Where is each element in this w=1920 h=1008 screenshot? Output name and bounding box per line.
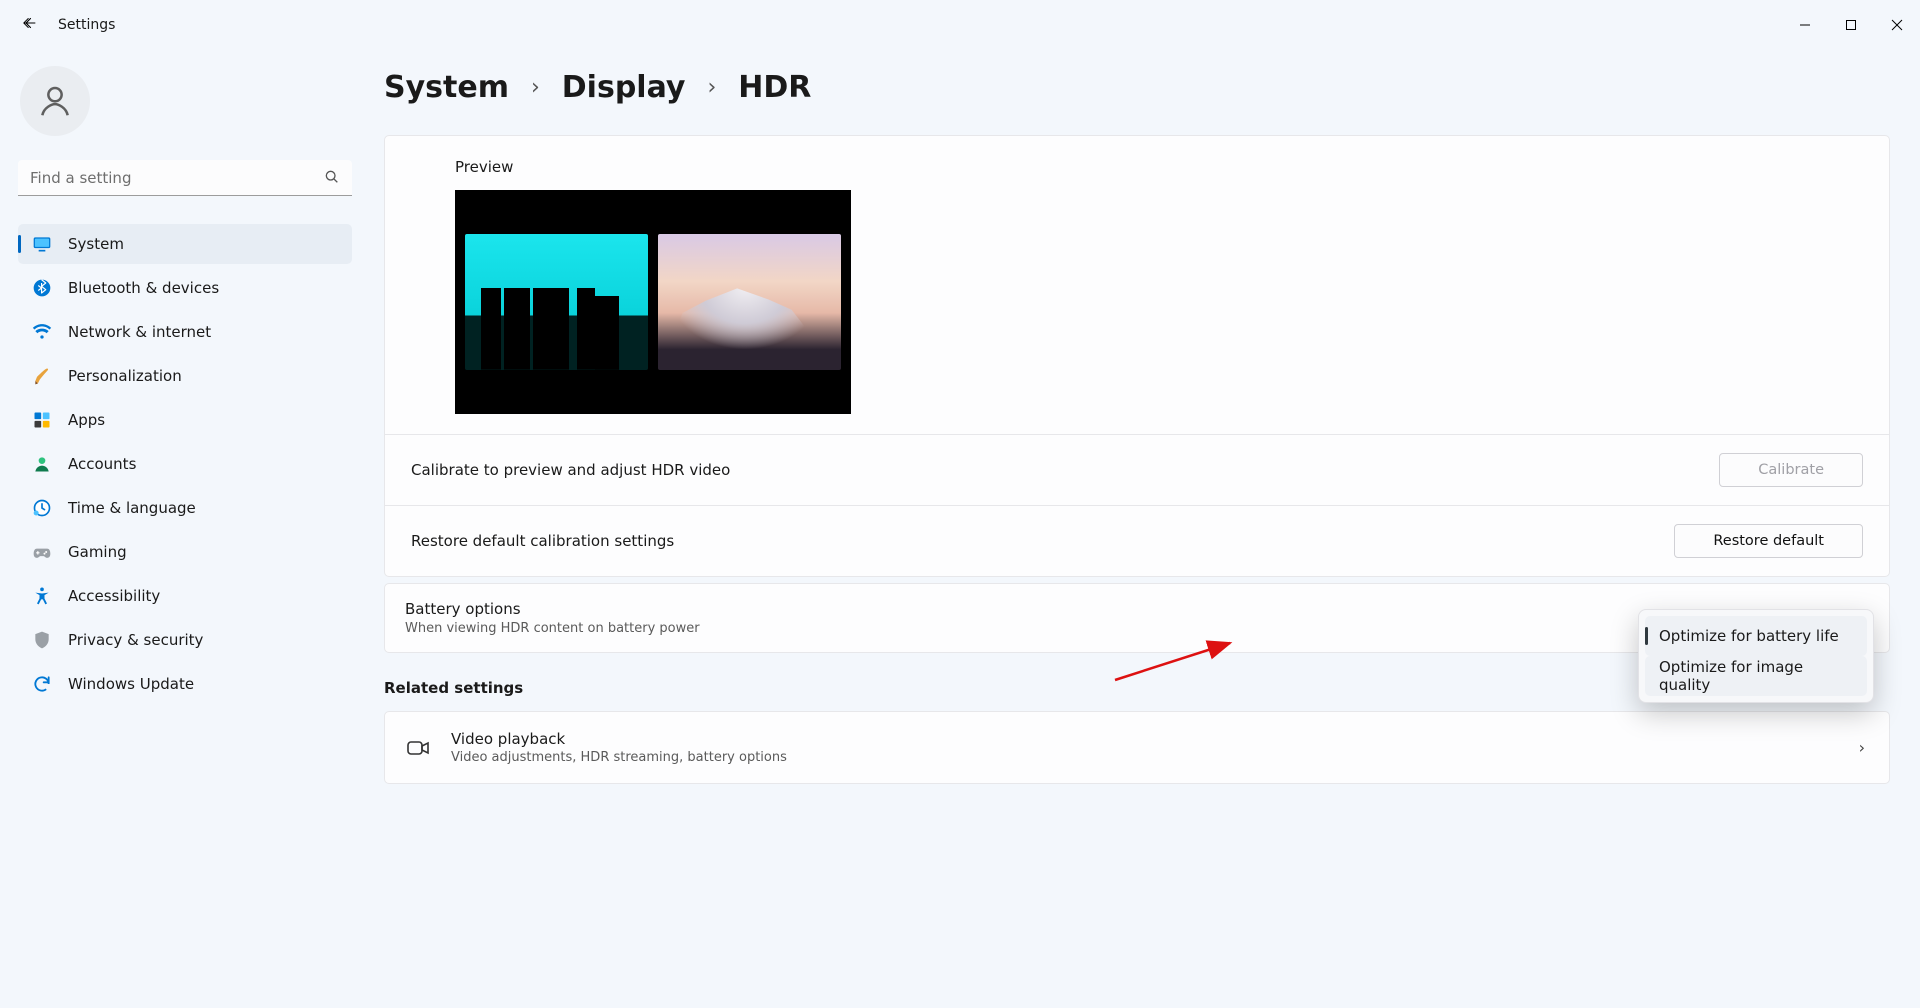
video-sub: Video adjustments, HDR streaming, batter… [451,750,1839,765]
system-icon [32,234,52,254]
sidebar-item-network[interactable]: Network & internet [18,312,352,352]
main-content: System › Display › HDR Preview Calibrate… [370,50,1920,1008]
sidebar-item-time[interactable]: Time & language [18,488,352,528]
sidebar-item-label: Windows Update [68,675,194,693]
battery-options-dropdown: Optimize for battery life Optimize for i… [1638,609,1874,703]
sidebar-item-label: System [68,235,124,253]
gaming-icon [32,542,52,562]
maximize-button[interactable] [1828,9,1874,41]
update-icon [32,674,52,694]
accessibility-icon [32,586,52,606]
breadcrumb-display[interactable]: Display [562,70,686,105]
sidebar-item-label: Time & language [68,499,196,517]
breadcrumb-hdr: HDR [738,70,811,105]
preview-image [455,190,851,414]
avatar[interactable] [20,66,90,136]
clock-icon [32,498,52,518]
preview-pane-hdr [658,234,841,370]
video-icon [405,735,431,761]
sidebar-item-bluetooth[interactable]: Bluetooth & devices [18,268,352,308]
wifi-icon [32,322,52,342]
preview-pane-sdr [465,234,648,370]
shield-icon [32,630,52,650]
calibrate-label: Calibrate to preview and adjust HDR vide… [411,461,730,479]
bluetooth-icon [32,278,52,298]
back-icon[interactable] [20,14,38,36]
sidebar-item-update[interactable]: Windows Update [18,664,352,704]
preview-card: Preview Calibrate to preview and adjust … [384,135,1890,577]
calibrate-button[interactable]: Calibrate [1719,453,1863,487]
window-title: Settings [58,17,115,33]
apps-icon [32,410,52,430]
sidebar-item-accounts[interactable]: Accounts [18,444,352,484]
sidebar-item-label: Personalization [68,367,182,385]
chevron-right-icon: › [531,75,540,100]
accounts-icon [32,454,52,474]
sidebar-item-apps[interactable]: Apps [18,400,352,440]
dropdown-option-image-quality[interactable]: Optimize for image quality [1645,656,1867,696]
search-input[interactable] [18,160,352,196]
breadcrumb: System › Display › HDR [384,70,1890,105]
sidebar-item-label: Bluetooth & devices [68,279,219,297]
paintbrush-icon [32,366,52,386]
search-icon [324,169,340,189]
calibrate-row: Calibrate to preview and adjust HDR vide… [385,434,1889,505]
sidebar-item-label: Apps [68,411,105,429]
breadcrumb-system[interactable]: System [384,70,509,105]
video-title: Video playback [451,730,1839,748]
chevron-right-icon: › [1859,738,1865,757]
battery-sub: When viewing HDR content on battery powe… [405,621,700,636]
sidebar-item-system[interactable]: System [18,224,352,264]
sidebar-item-label: Privacy & security [68,631,203,649]
sidebar-item-label: Accessibility [68,587,160,605]
minimize-button[interactable] [1782,9,1828,41]
sidebar-item-label: Gaming [68,543,127,561]
chevron-right-icon: › [707,75,716,100]
preview-label: Preview [455,158,1889,176]
video-playback-card[interactable]: Video playback Video adjustments, HDR st… [384,711,1890,784]
sidebar-item-gaming[interactable]: Gaming [18,532,352,572]
sidebar-item-personalization[interactable]: Personalization [18,356,352,396]
battery-title: Battery options [405,600,700,618]
restore-row: Restore default calibration settings Res… [385,505,1889,576]
sidebar-item-label: Accounts [68,455,136,473]
restore-default-button[interactable]: Restore default [1674,524,1863,558]
close-button[interactable] [1874,9,1920,41]
sidebar: System Bluetooth & devices Network & int… [0,50,370,1008]
restore-label: Restore default calibration settings [411,532,674,550]
sidebar-item-label: Network & internet [68,323,211,341]
title-bar: Settings [0,0,1920,50]
dropdown-option-battery-life[interactable]: Optimize for battery life [1645,616,1867,656]
sidebar-item-accessibility[interactable]: Accessibility [18,576,352,616]
sidebar-item-privacy[interactable]: Privacy & security [18,620,352,660]
